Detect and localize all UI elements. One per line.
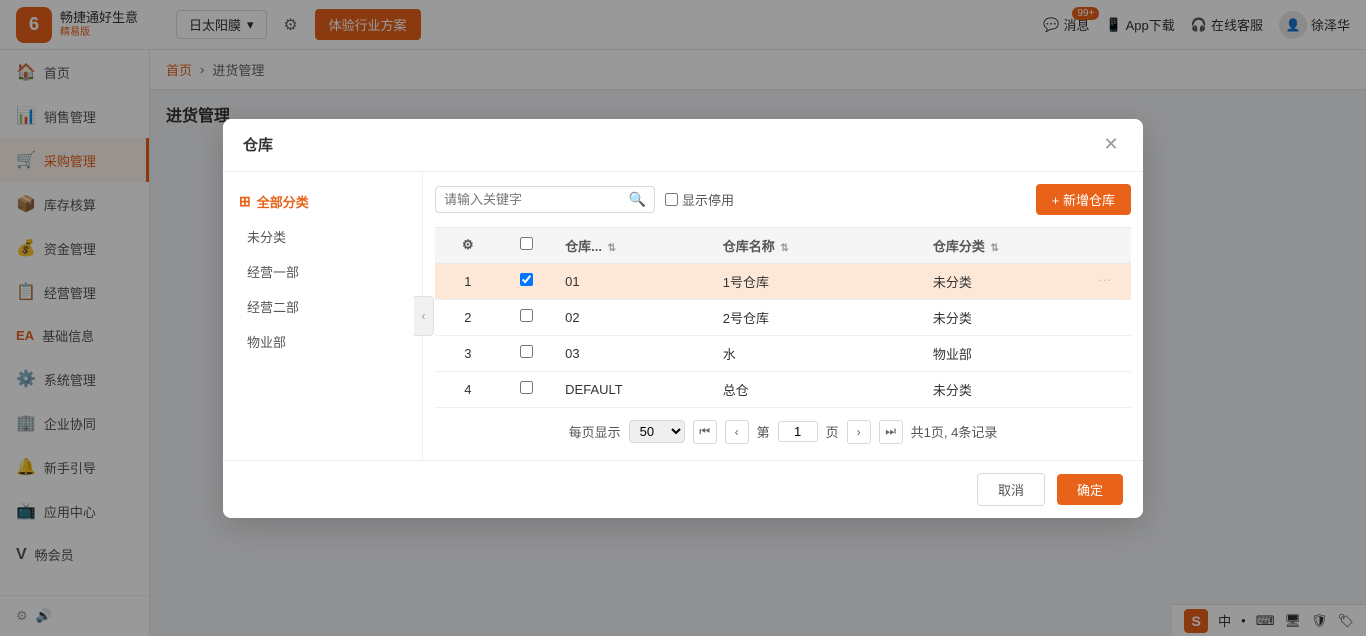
table-row[interactable]: 3 03 水 物业部: [435, 335, 1131, 371]
th-category-label: 仓库分类: [933, 239, 985, 254]
cell-name: 2号仓库: [711, 299, 921, 335]
row-ops[interactable]: ···: [1098, 272, 1111, 287]
show-disabled-checkbox[interactable]: [665, 193, 678, 206]
cell-code: 01: [553, 263, 711, 299]
table-toolbar: 🔍 显示停用 + 新增仓库: [435, 184, 1131, 215]
th-check[interactable]: [501, 227, 554, 263]
row-checkbox[interactable]: [520, 381, 533, 394]
page-suffix: 页: [826, 422, 839, 441]
search-icon[interactable]: 🔍: [629, 191, 646, 208]
table-row[interactable]: 4 DEFAULT 总仓 未分类: [435, 371, 1131, 407]
th-gear[interactable]: ⚙: [435, 227, 501, 263]
cell-name: 1号仓库: [711, 263, 921, 299]
grid-icon: ⊞: [239, 193, 251, 210]
per-page-select[interactable]: 50 20 100: [629, 420, 685, 443]
warehouse-modal: 仓库 ✕ ⊞ 全部分类 未分类 经营一部 经营二部 物业部 ‹: [223, 119, 1143, 518]
warehouse-table: ⚙ 仓库... ⇅ 仓库名称 ⇅: [435, 227, 1131, 408]
category-item-unclassified[interactable]: 未分类: [223, 219, 422, 254]
last-page-button[interactable]: ⏭: [879, 420, 903, 444]
table-area: 🔍 显示停用 + 新增仓库 ⚙: [423, 172, 1143, 460]
cancel-button[interactable]: 取消: [977, 473, 1045, 506]
cell-check[interactable]: [501, 263, 554, 299]
first-page-button[interactable]: ⏮: [693, 420, 717, 444]
confirm-button[interactable]: 确定: [1057, 474, 1123, 505]
sort-name-icon: ⇅: [780, 243, 788, 254]
cell-seq: 2: [435, 299, 501, 335]
show-disabled-label[interactable]: 显示停用: [665, 190, 734, 209]
cell-check[interactable]: [501, 335, 554, 371]
modal-close-button[interactable]: ✕: [1099, 133, 1123, 157]
add-warehouse-button[interactable]: + 新增仓库: [1036, 184, 1131, 215]
cell-code: 02: [553, 299, 711, 335]
sort-cat-icon: ⇅: [991, 243, 999, 254]
next-page-button[interactable]: ›: [847, 420, 871, 444]
table-container: ⚙ 仓库... ⇅ 仓库名称 ⇅: [435, 227, 1131, 408]
th-name-label: 仓库名称: [723, 239, 775, 254]
cell-category: 未分类 ···: [921, 263, 1131, 299]
cell-category: 未分类: [921, 371, 1131, 407]
cell-category: 未分类: [921, 299, 1131, 335]
cell-code: 03: [553, 335, 711, 371]
show-disabled-text: 显示停用: [682, 190, 734, 209]
th-code[interactable]: 仓库... ⇅: [553, 227, 711, 263]
category-item-property[interactable]: 物业部: [223, 324, 422, 359]
table-body: 1 01 1号仓库 未分类 ··· 2 02 2号仓库 未分类 3 03 水 物…: [435, 263, 1131, 407]
search-input[interactable]: [444, 192, 629, 207]
th-code-label: 仓库...: [565, 239, 602, 254]
category-all-label: 全部分类: [257, 192, 309, 211]
cell-seq: 4: [435, 371, 501, 407]
pagination-bar: 每页显示 50 20 100 ⏮ ‹ 第 页 › ⏭ 共1页, 4条记录: [435, 408, 1131, 448]
row-checkbox[interactable]: [520, 345, 533, 358]
modal-body: ⊞ 全部分类 未分类 经营一部 经营二部 物业部 ‹ 🔍: [223, 172, 1143, 460]
page-number-input[interactable]: [778, 421, 818, 442]
cell-check[interactable]: [501, 371, 554, 407]
th-name[interactable]: 仓库名称 ⇅: [711, 227, 921, 263]
total-label: 共1页, 4条记录: [911, 422, 998, 441]
cell-category: 物业部: [921, 335, 1131, 371]
cell-code: DEFAULT: [553, 371, 711, 407]
collapse-sidebar-button[interactable]: ‹: [414, 296, 434, 336]
modal-footer: 取消 确定: [223, 460, 1143, 518]
cell-seq: 3: [435, 335, 501, 371]
cell-check[interactable]: [501, 299, 554, 335]
category-all[interactable]: ⊞ 全部分类: [223, 184, 422, 219]
page-label: 第: [757, 422, 770, 441]
category-item-dept1[interactable]: 经营一部: [223, 254, 422, 289]
table-header: ⚙ 仓库... ⇅ 仓库名称 ⇅: [435, 227, 1131, 263]
sort-code-icon: ⇅: [608, 243, 616, 254]
cell-name: 水: [711, 335, 921, 371]
category-sidebar: ⊞ 全部分类 未分类 经营一部 经营二部 物业部 ‹: [223, 172, 423, 460]
modal-header: 仓库 ✕: [223, 119, 1143, 172]
th-category[interactable]: 仓库分类 ⇅: [921, 227, 1131, 263]
cell-seq: 1: [435, 263, 501, 299]
check-all-checkbox[interactable]: [520, 237, 533, 250]
row-checkbox[interactable]: [520, 309, 533, 322]
table-row[interactable]: 1 01 1号仓库 未分类 ···: [435, 263, 1131, 299]
modal-title: 仓库: [243, 134, 273, 155]
modal-overlay: 仓库 ✕ ⊞ 全部分类 未分类 经营一部 经营二部 物业部 ‹: [0, 0, 1366, 636]
prev-page-button[interactable]: ‹: [725, 420, 749, 444]
cell-name: 总仓: [711, 371, 921, 407]
category-item-dept2[interactable]: 经营二部: [223, 289, 422, 324]
row-checkbox[interactable]: [520, 273, 533, 286]
search-box: 🔍: [435, 186, 655, 213]
per-page-label: 每页显示: [569, 422, 621, 441]
table-row[interactable]: 2 02 2号仓库 未分类: [435, 299, 1131, 335]
